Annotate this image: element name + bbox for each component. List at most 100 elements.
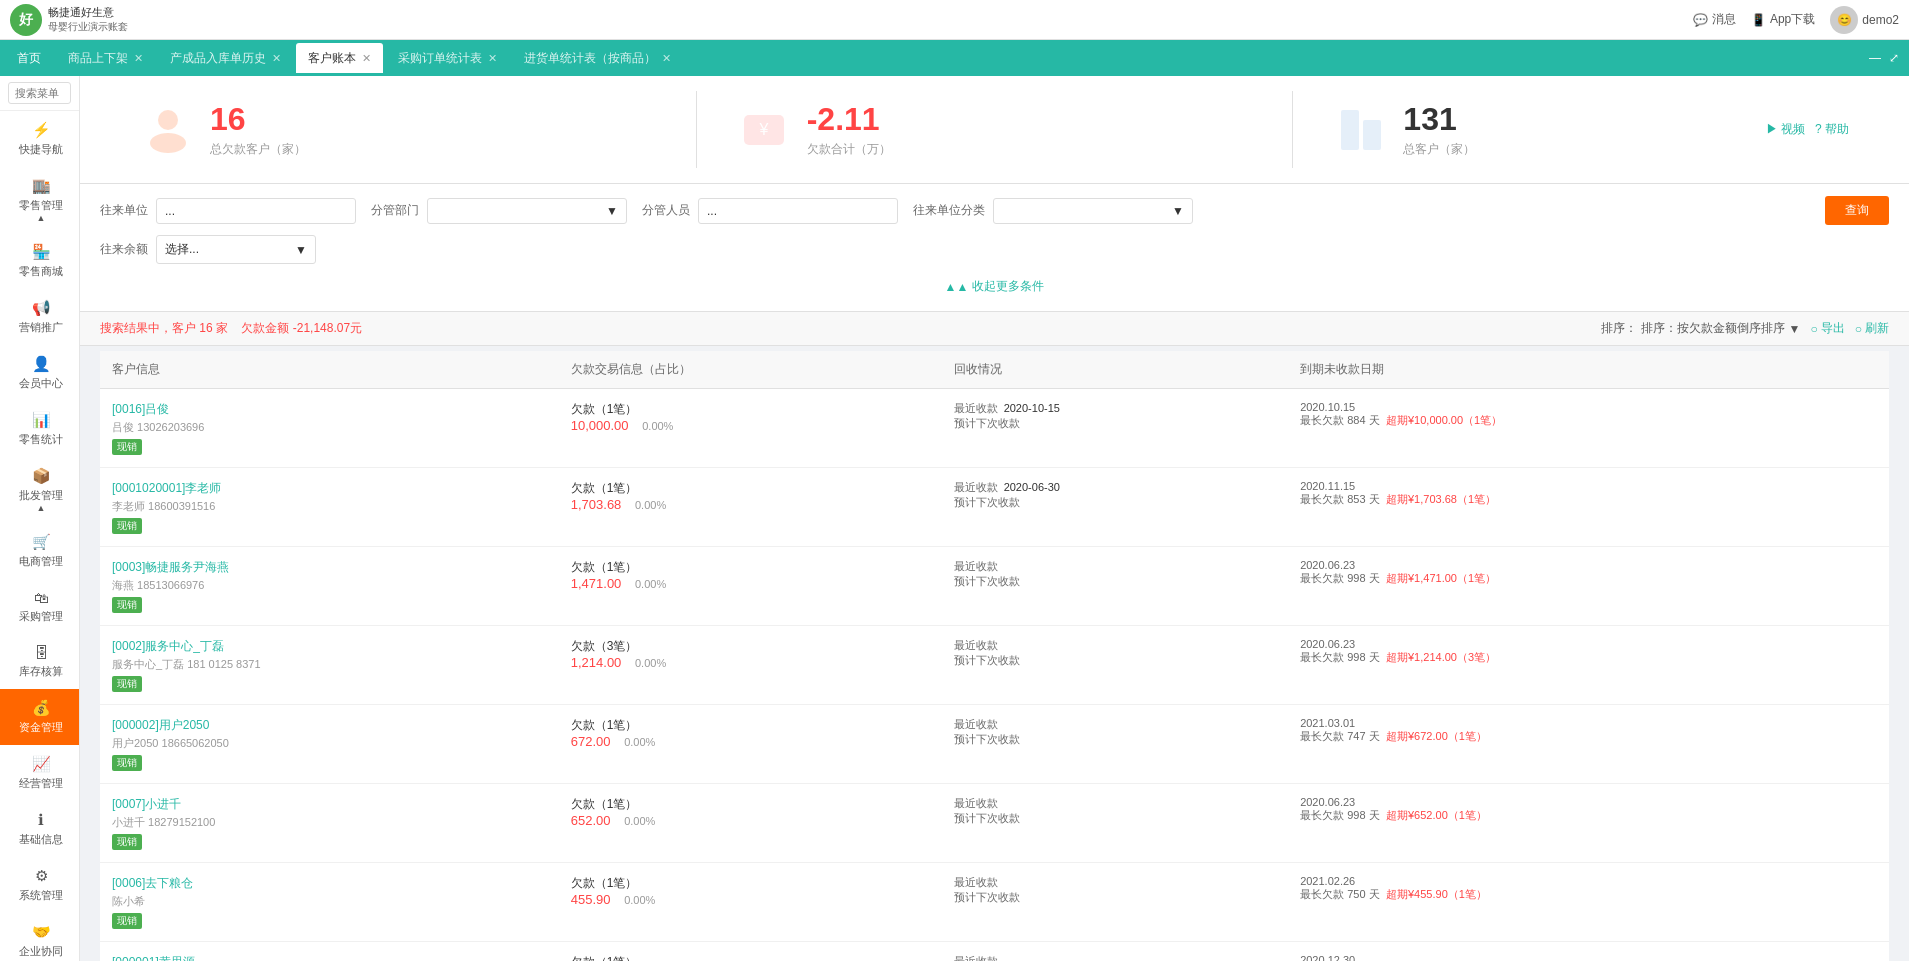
capital-icon: 💰	[32, 699, 51, 717]
overdue-amount-link[interactable]: 超期¥1,471.00（1笔）	[1386, 572, 1496, 584]
due-date: 2020.12.30	[1300, 954, 1877, 961]
result-sort[interactable]: 排序： 排序：按欠款金额倒序排序 ▼	[1601, 320, 1801, 337]
collection-cell: 最近收款 预计下次收款	[942, 705, 1289, 784]
sidebar-item-batch-mgmt[interactable]: 📦 批发管理 ▲	[0, 457, 79, 523]
overdue-info: 最长欠款 750 天 超期¥455.90（1笔）	[1300, 887, 1877, 902]
overdue-amount-link[interactable]: 超期¥652.00（1笔）	[1386, 809, 1487, 821]
debt-amount: 1,214.00 0.00%	[571, 655, 930, 670]
debt-info-cell: 欠款（1笔） 652.00 0.00%	[559, 784, 942, 863]
main-content: 16 总欠款客户（家） ¥ -2.11 欠款合计（万）	[80, 76, 1909, 961]
main-layout: ⚡ 快捷导航 🏬 零售管理 ▲ 🏪 零售商城 📢 营销推广 👤 会员中心 📊 零…	[0, 76, 1909, 961]
filter-unit-category-arrow: ▼	[1172, 204, 1184, 218]
overdue-amount-link[interactable]: 超期¥10,000.00（1笔）	[1386, 414, 1502, 426]
col-collection: 回收情况	[942, 351, 1289, 389]
tab-purchase-stats-close[interactable]: ✕	[488, 52, 497, 65]
debt-info-cell: 欠款（1笔） 1,703.68 0.00%	[559, 468, 942, 547]
message-icon: 💬	[1693, 13, 1708, 27]
video-help-btn[interactable]: ▶ 视频	[1766, 121, 1805, 138]
tab-instock-stats-label: 进货单统计表（按商品）	[524, 50, 656, 67]
debt-count: 欠款（1笔）	[571, 954, 930, 961]
sidebar-item-marketing[interactable]: 📢 营销推广	[0, 289, 79, 345]
customer-name-link[interactable]: [0002]服务中心_丁磊	[112, 638, 547, 655]
sidebar-item-inventory[interactable]: 🗄 库存核算	[0, 634, 79, 689]
overdue-amount-link[interactable]: 超期¥1,214.00（3笔）	[1386, 651, 1496, 663]
tab-instock-stats[interactable]: 进货单统计表（按商品） ✕	[512, 43, 683, 73]
user-menu[interactable]: 😊 demo2	[1830, 6, 1899, 34]
due-date-cell: 2021.03.01 最长欠款 747 天 超期¥672.00（1笔）	[1288, 705, 1889, 784]
filter-manager-input[interactable]: ...	[698, 198, 898, 224]
customer-name-link[interactable]: [0016]吕俊	[112, 401, 547, 418]
sidebar-batch-mgmt-label: 批发管理	[19, 488, 63, 503]
sidebar-item-quick-nav[interactable]: ⚡ 快捷导航	[0, 111, 79, 167]
customer-phone: 用户2050 18665062050	[112, 736, 547, 751]
tab-customer-account[interactable]: 客户账本 ✕	[296, 43, 383, 73]
customer-info-cell: [000002]用户2050 用户2050 18665062050 现销	[100, 705, 559, 784]
customer-name-link[interactable]: [000001]黄思源	[112, 954, 547, 961]
tab-product-shelf-close[interactable]: ✕	[134, 52, 143, 65]
ecommerce-icon: 🛒	[32, 533, 51, 551]
table-row: [000002]用户2050 用户2050 18665062050 现销 欠款（…	[100, 705, 1889, 784]
table-row: [0003]畅捷服务尹海燕 海燕 18513066976 现销 欠款（1笔） 1…	[100, 547, 1889, 626]
due-date-cell: 2021.02.26 最长欠款 750 天 超期¥455.90（1笔）	[1288, 863, 1889, 942]
app-download-btn[interactable]: 📱 App下载	[1751, 11, 1815, 28]
filter-from-unit-input[interactable]: ...	[156, 198, 356, 224]
filter-manager-label: 分管人员	[642, 202, 690, 219]
debt-amount: 672.00 0.00%	[571, 734, 930, 749]
menu-search-input[interactable]	[8, 82, 71, 104]
filter-balance-label: 往来余额	[100, 241, 148, 258]
sidebar-item-purchase[interactable]: 🛍 采购管理	[0, 579, 79, 634]
tab-product-shelf[interactable]: 商品上下架 ✕	[56, 43, 155, 73]
tab-home[interactable]: 首页	[5, 43, 53, 73]
overdue-info: 最长欠款 747 天 超期¥672.00（1笔）	[1300, 729, 1877, 744]
filter-balance-select[interactable]: 选择... ▼	[156, 235, 316, 264]
table-header-row: 客户信息 欠款交易信息（占比） 回收情况 到期未收款日期	[100, 351, 1889, 389]
operations-icon: 📈	[32, 755, 51, 773]
tab-customer-account-close[interactable]: ✕	[362, 52, 371, 65]
overdue-amount-link[interactable]: 超期¥1,703.68（1笔）	[1386, 493, 1496, 505]
sidebar-item-retail-mgmt[interactable]: 🏬 零售管理 ▲	[0, 167, 79, 233]
sidebar-item-retail-stats[interactable]: 📊 零售统计	[0, 401, 79, 457]
refresh-button[interactable]: ○ 刷新	[1855, 320, 1889, 337]
sidebar-item-capital[interactable]: 💰 资金管理	[0, 689, 79, 745]
filter-unit-category-select[interactable]: ▼	[993, 198, 1193, 224]
sidebar-item-retail-shop[interactable]: 🏪 零售商城	[0, 233, 79, 289]
filter-department-select[interactable]: ▼	[427, 198, 627, 224]
filter-from-unit-dots: ...	[165, 204, 175, 218]
due-date: 2021.02.26	[1300, 875, 1877, 887]
customer-name-link[interactable]: [0001020001]李老师	[112, 480, 547, 497]
customer-phone: 服务中心_丁磊 181 0125 8371	[112, 657, 547, 672]
collapse-filters-btn[interactable]: ▲▲ 收起更多条件	[941, 274, 1049, 299]
query-button[interactable]: 查询	[1825, 196, 1889, 225]
help-btn[interactable]: ? 帮助	[1815, 121, 1849, 138]
sidebar-system-label: 系统管理	[19, 888, 63, 903]
top-bar: 好 畅捷通好生意 母婴行业演示账套 💬 消息 📱 App下载 😊 demo2	[0, 0, 1909, 40]
export-button[interactable]: ○ 导出	[1811, 320, 1845, 337]
overdue-info: 最长欠款 998 天 超期¥1,214.00（3笔）	[1300, 650, 1877, 665]
messages-btn[interactable]: 💬 消息	[1693, 11, 1736, 28]
result-amount-label: 欠款金额	[241, 321, 289, 335]
sidebar-item-enterprise[interactable]: 🤝 企业协同	[0, 913, 79, 961]
tab-product-instock[interactable]: 产成品入库单历史 ✕	[158, 43, 293, 73]
sidebar-item-member-center[interactable]: 👤 会员中心	[0, 345, 79, 401]
basic-info-icon: ℹ	[38, 811, 44, 829]
sidebar-item-operations[interactable]: 📈 经营管理	[0, 745, 79, 801]
tab-product-instock-close[interactable]: ✕	[272, 52, 281, 65]
last-collection-label: 最近收款	[954, 559, 1277, 574]
sidebar-item-basic-info[interactable]: ℹ 基础信息	[0, 801, 79, 857]
inventory-icon: 🗄	[34, 644, 49, 661]
svg-point-1	[150, 133, 186, 153]
tab-instock-stats-close[interactable]: ✕	[662, 52, 671, 65]
customer-info-cell: [000001]黄思源 黄思源 13552700226 现销	[100, 942, 559, 962]
tab-purchase-stats[interactable]: 采购订单统计表 ✕	[386, 43, 509, 73]
window-maximize-btn[interactable]: ⤢	[1889, 51, 1899, 65]
customer-name-link[interactable]: [000002]用户2050	[112, 717, 547, 734]
overdue-amount-link[interactable]: 超期¥672.00（1笔）	[1386, 730, 1487, 742]
customer-name-link[interactable]: [0007]小进千	[112, 796, 547, 813]
customer-info-cell: [0003]畅捷服务尹海燕 海燕 18513066976 现销	[100, 547, 559, 626]
overdue-amount-link[interactable]: 超期¥455.90（1笔）	[1386, 888, 1487, 900]
sidebar-item-ecommerce[interactable]: 🛒 电商管理	[0, 523, 79, 579]
window-minimize-btn[interactable]: —	[1869, 51, 1881, 65]
sidebar-item-system[interactable]: ⚙ 系统管理	[0, 857, 79, 913]
customer-name-link[interactable]: [0006]去下粮仓	[112, 875, 547, 892]
customer-name-link[interactable]: [0003]畅捷服务尹海燕	[112, 559, 547, 576]
